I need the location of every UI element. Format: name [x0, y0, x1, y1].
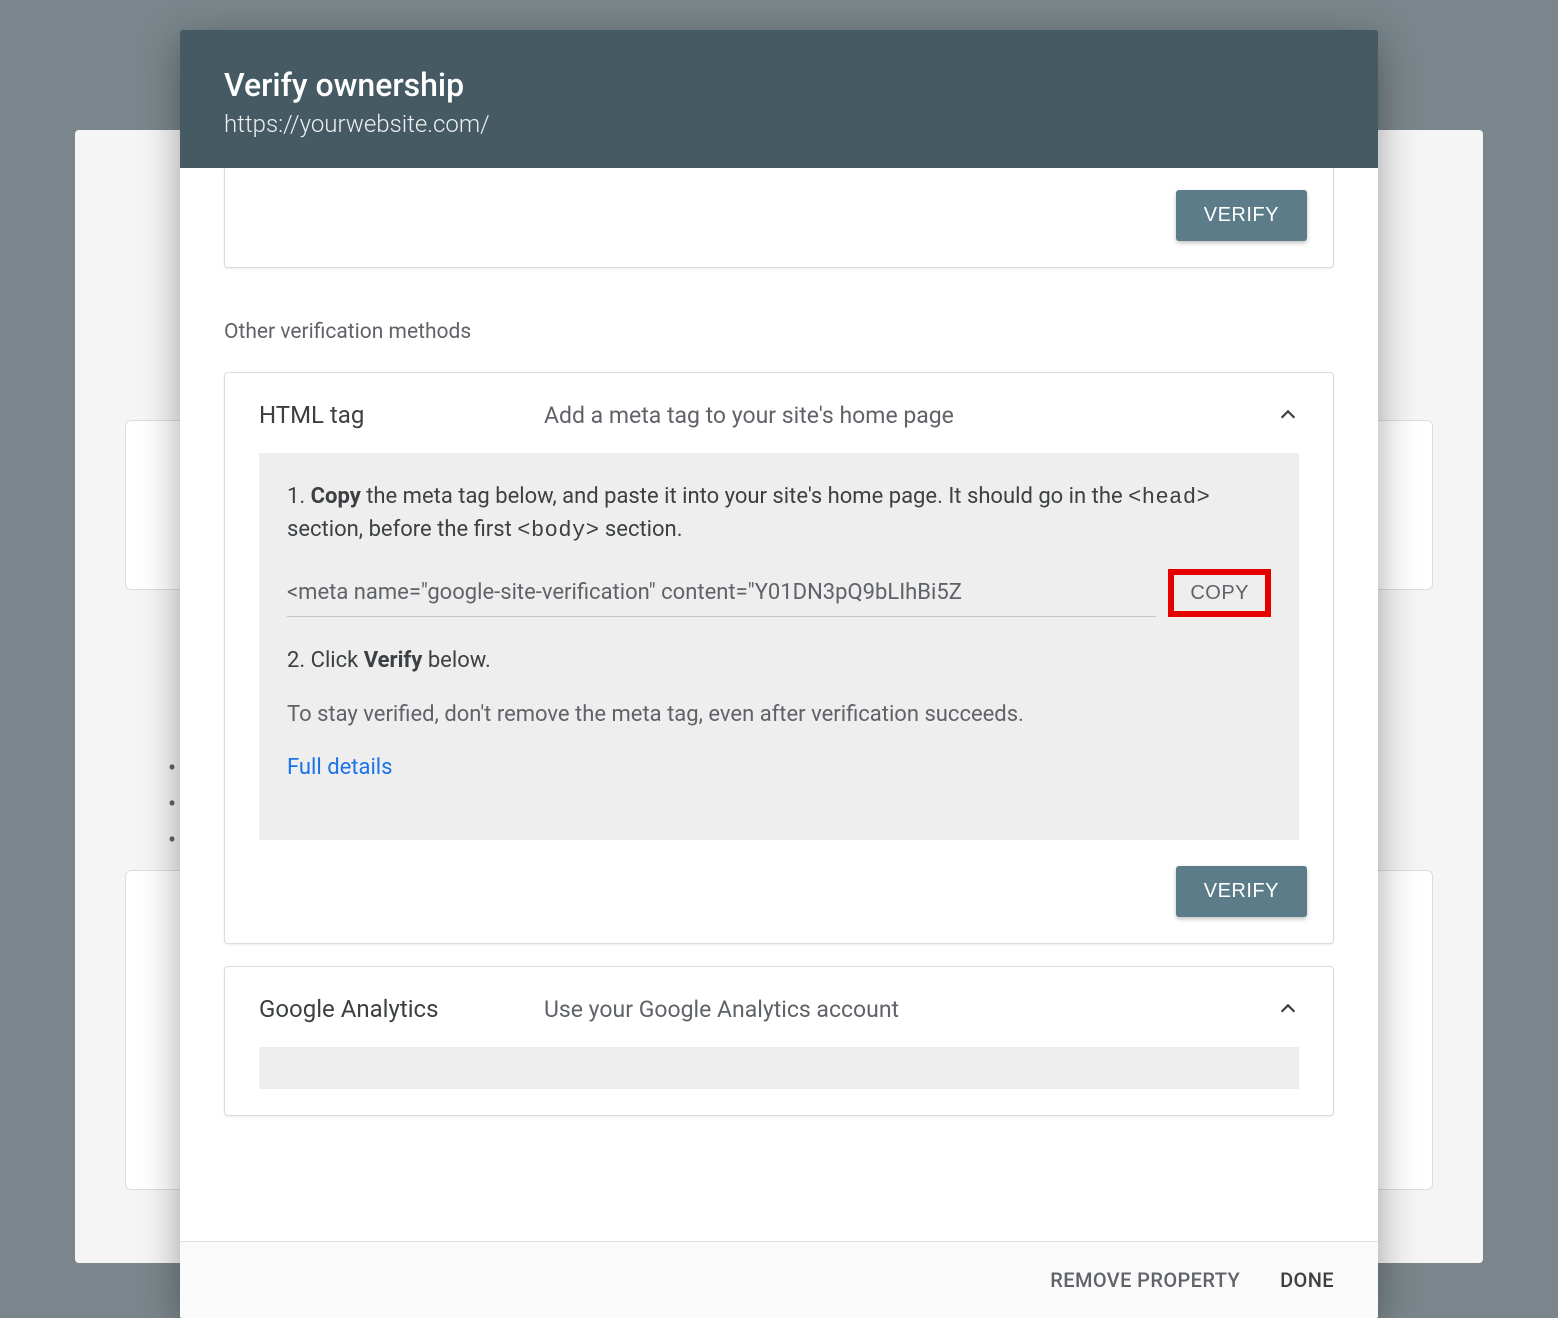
remove-property-button[interactable]: REMOVE PROPERTY [1050, 1268, 1240, 1292]
modal-subtitle: https://yourwebsite.com/ [224, 110, 1334, 138]
modal-header: Verify ownership https://yourwebsite.com… [180, 30, 1378, 168]
html-tag-instructions: 1. Copy the meta tag below, and paste it… [259, 453, 1299, 840]
step-1: 1. Copy the meta tag below, and paste it… [287, 481, 1271, 547]
ga-expander-header[interactable]: Google Analytics Use your Google Analyti… [225, 967, 1333, 1047]
done-button[interactable]: DONE [1280, 1268, 1334, 1292]
step-2: 2. Click Verify below. [287, 645, 1271, 677]
verify-button[interactable]: VERIFY [1176, 866, 1307, 917]
chevron-up-icon [1277, 404, 1299, 426]
modal-footer: REMOVE PROPERTY DONE [180, 1241, 1378, 1318]
recommended-method-card: VERIFY [224, 168, 1334, 268]
verify-button[interactable]: VERIFY [1176, 190, 1307, 241]
modal-title: Verify ownership [224, 66, 1334, 104]
copy-button-highlight: COPY [1168, 569, 1271, 617]
modal-body: VERIFY Other verification methods HTML t… [180, 168, 1378, 1241]
ga-instructions [259, 1047, 1299, 1089]
other-methods-label: Other verification methods [224, 290, 1334, 350]
method-name: HTML tag [259, 401, 524, 429]
chevron-up-icon [1277, 998, 1299, 1020]
verify-ownership-modal: Verify ownership https://yourwebsite.com… [180, 30, 1378, 1318]
method-description: Add a meta tag to your site's home page [544, 402, 1257, 429]
html-tag-card: HTML tag Add a meta tag to your site's h… [224, 372, 1334, 944]
method-name: Google Analytics [259, 995, 524, 1023]
meta-tag-input[interactable] [287, 569, 1156, 617]
stay-verified-note: To stay verified, don't remove the meta … [287, 699, 1271, 731]
method-description: Use your Google Analytics account [544, 996, 1257, 1023]
copy-button[interactable]: COPY [1176, 582, 1263, 605]
html-tag-expander-header[interactable]: HTML tag Add a meta tag to your site's h… [225, 373, 1333, 453]
meta-tag-row: COPY [287, 569, 1271, 617]
google-analytics-card: Google Analytics Use your Google Analyti… [224, 966, 1334, 1116]
full-details-link[interactable]: Full details [287, 755, 393, 780]
background-bullets: ••• [168, 750, 176, 858]
